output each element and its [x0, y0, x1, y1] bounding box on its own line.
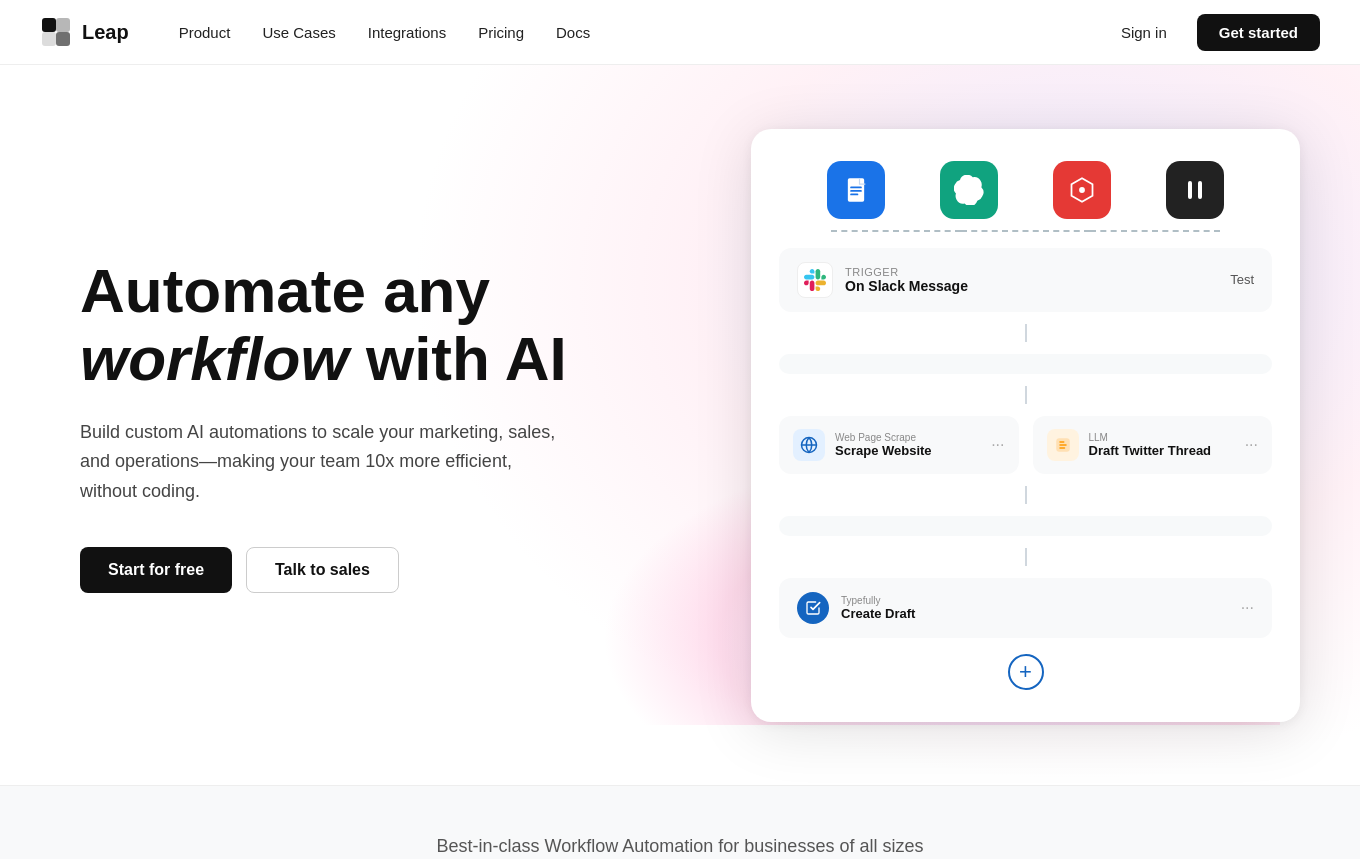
svg-rect-10	[1188, 181, 1192, 199]
svg-rect-5	[850, 186, 862, 188]
web-scrape-title: Scrape Website	[835, 443, 981, 458]
web-scrape-menu[interactable]: ···	[991, 436, 1004, 454]
add-step-wrapper: +	[779, 654, 1272, 690]
llm-icon	[1047, 429, 1079, 461]
workflow-card: Trigger On Slack Message Test	[751, 129, 1300, 722]
vertical-connector-4	[1025, 548, 1027, 566]
svg-rect-3	[56, 32, 70, 46]
llm-menu[interactable]: ···	[1245, 436, 1258, 454]
llm-step: LLM Draft Twitter Thread ···	[1033, 416, 1273, 474]
nav-link-use-cases[interactable]: Use Cases	[248, 16, 349, 49]
vertical-connector-3	[1025, 486, 1027, 504]
nav-link-pricing[interactable]: Pricing	[464, 16, 538, 49]
final-label: Typefully	[841, 595, 1229, 606]
placeholder-block	[779, 354, 1272, 374]
nav-link-integrations[interactable]: Integrations	[354, 16, 460, 49]
svg-rect-2	[42, 32, 56, 46]
trigger-block: Trigger On Slack Message Test	[779, 248, 1272, 312]
get-started-button[interactable]: Get started	[1197, 14, 1320, 51]
talk-to-sales-button[interactable]: Talk to sales	[246, 547, 399, 593]
llm-info: LLM Draft Twitter Thread	[1089, 432, 1235, 458]
dashed-line-2	[961, 230, 1091, 232]
slack-icon	[797, 262, 833, 298]
hero-subtext: Build custom AI automations to scale you…	[80, 418, 560, 507]
placeholder-block-2	[779, 516, 1272, 536]
final-step-info: Typefully Create Draft	[841, 595, 1229, 621]
llm-label: LLM	[1089, 432, 1235, 443]
nav-link-docs[interactable]: Docs	[542, 16, 604, 49]
hero-visual: Trigger On Slack Message Test	[751, 129, 1300, 722]
logo[interactable]: Leap	[40, 16, 129, 48]
headline-italic: workflow	[80, 324, 349, 393]
add-step-button[interactable]: +	[1008, 654, 1044, 690]
final-step: Typefully Create Draft ···	[779, 578, 1272, 638]
logo-text: Leap	[82, 21, 129, 44]
svg-rect-11	[1198, 181, 1202, 199]
final-menu[interactable]: ···	[1241, 599, 1254, 617]
test-button[interactable]: Test	[1230, 272, 1254, 287]
web-scrape-info: Web Page Scrape Scrape Website	[835, 432, 981, 458]
bottom-strip: Best-in-class Workflow Automation for bu…	[0, 785, 1360, 859]
logo-icon	[40, 16, 72, 48]
hexagon-icon	[1053, 161, 1111, 219]
sign-in-button[interactable]: Sign in	[1103, 16, 1185, 49]
svg-point-9	[1079, 187, 1085, 193]
svg-rect-1	[56, 18, 70, 32]
pause-icon	[1166, 161, 1224, 219]
bottom-strip-text: Best-in-class Workflow Automation for bu…	[40, 836, 1320, 857]
vertical-connector-2	[1025, 386, 1027, 404]
typefully-icon	[797, 592, 829, 624]
hero-headline: Automate any workflow with AI	[80, 257, 751, 393]
trigger-info: Trigger On Slack Message	[845, 266, 1218, 294]
headline-line1: Automate any	[80, 256, 490, 325]
hero-section: Automate any workflow with AI Build cust…	[0, 65, 1360, 785]
dashed-line-1	[831, 230, 961, 232]
svg-rect-7	[850, 193, 858, 195]
hero-buttons: Start for free Talk to sales	[80, 547, 751, 593]
web-scrape-label: Web Page Scrape	[835, 432, 981, 443]
workflow-top-icons-row	[779, 161, 1272, 219]
trigger-title: On Slack Message	[845, 278, 1218, 294]
nav-right: Sign in Get started	[1103, 14, 1320, 51]
nav-left: Leap Product Use Cases Integrations Pric…	[40, 16, 604, 49]
openai-icon	[940, 161, 998, 219]
trigger-label: Trigger	[845, 266, 1218, 278]
google-docs-icon	[827, 161, 885, 219]
nav-links: Product Use Cases Integrations Pricing D…	[165, 16, 605, 49]
svg-rect-6	[850, 190, 862, 192]
hero-content: Automate any workflow with AI Build cust…	[80, 257, 751, 592]
start-for-free-button[interactable]: Start for free	[80, 547, 232, 593]
dashed-line-3	[1090, 230, 1220, 232]
final-title: Create Draft	[841, 606, 1229, 621]
web-scrape-icon	[793, 429, 825, 461]
nav-link-product[interactable]: Product	[165, 16, 245, 49]
llm-title: Draft Twitter Thread	[1089, 443, 1235, 458]
svg-rect-0	[42, 18, 56, 32]
web-scrape-step: Web Page Scrape Scrape Website ···	[779, 416, 1019, 474]
workflow-steps-row: Web Page Scrape Scrape Website ··· LLM D…	[779, 416, 1272, 474]
vertical-connector-1	[1025, 324, 1027, 342]
workflow-top-icons-section	[779, 161, 1272, 232]
navbar: Leap Product Use Cases Integrations Pric…	[0, 0, 1360, 65]
headline-normal: with AI	[349, 324, 567, 393]
